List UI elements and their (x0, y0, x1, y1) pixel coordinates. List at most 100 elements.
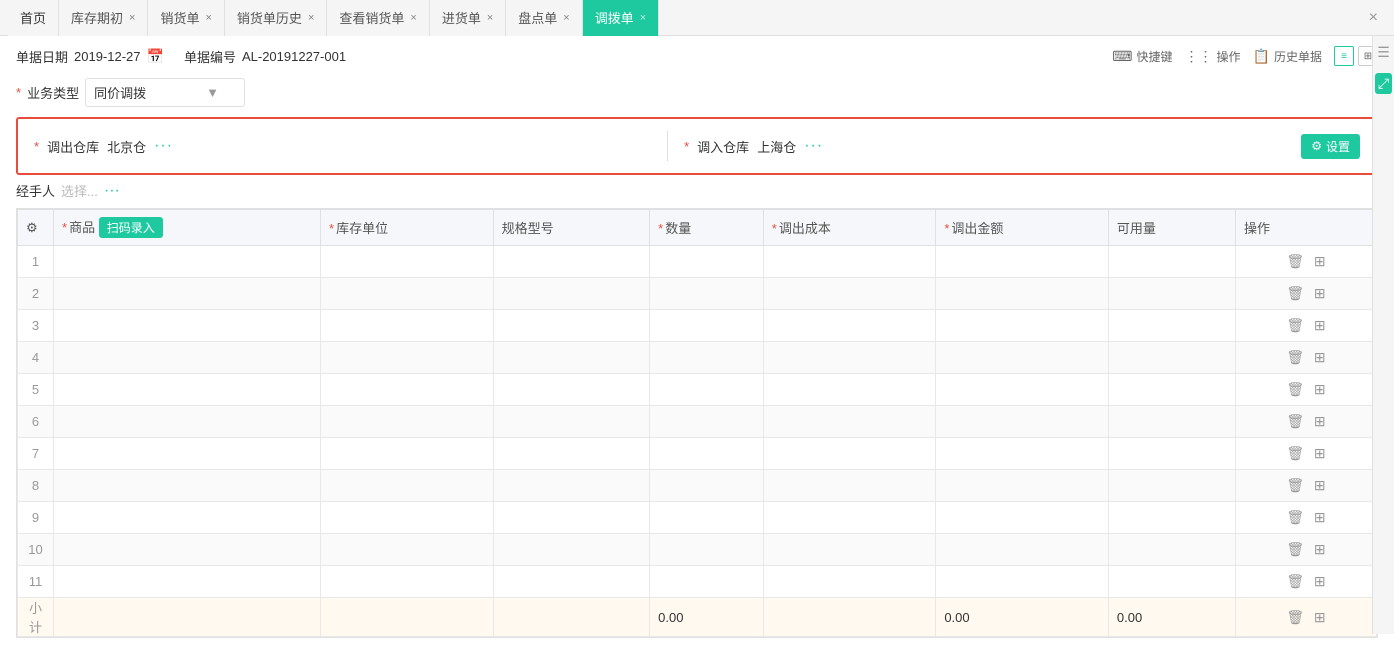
cell-spec-11[interactable] (493, 566, 650, 598)
cell-qty-11[interactable] (650, 566, 764, 598)
cell-product-1[interactable] (54, 246, 321, 278)
copy-row-icon[interactable]: ⊞ (1314, 573, 1326, 590)
cell-cost-8[interactable] (763, 470, 936, 502)
cell-unit-8[interactable] (321, 470, 494, 502)
cell-spec-6[interactable] (493, 406, 650, 438)
settings-button[interactable]: ⚙ 设置 (1301, 134, 1360, 159)
cell-spec-9[interactable] (493, 502, 650, 534)
cell-cost-3[interactable] (763, 310, 936, 342)
copy-row-icon[interactable]: ⊞ (1314, 541, 1326, 558)
cell-product-2[interactable] (54, 278, 321, 310)
cell-cost-10[interactable] (763, 534, 936, 566)
cell-qty-7[interactable] (650, 438, 764, 470)
cell-available-11[interactable] (1108, 566, 1235, 598)
cell-cost-2[interactable] (763, 278, 936, 310)
cell-unit-6[interactable] (321, 406, 494, 438)
cell-spec-5[interactable] (493, 374, 650, 406)
cell-available-1[interactable] (1108, 246, 1235, 278)
tab-home[interactable]: 首页 (8, 0, 59, 36)
cell-amount-6[interactable] (936, 406, 1109, 438)
tab-view-sales[interactable]: 查看销货单 × (327, 0, 429, 36)
side-list-icon[interactable]: ☰ (1377, 44, 1390, 61)
delete-row-icon[interactable]: 🗑 (1286, 253, 1304, 270)
cell-unit-5[interactable] (321, 374, 494, 406)
cell-available-8[interactable] (1108, 470, 1235, 502)
cell-product-3[interactable] (54, 310, 321, 342)
out-warehouse-value[interactable]: 北京仓 (107, 137, 146, 156)
close-tab-view-sales[interactable]: × (410, 12, 416, 24)
cell-unit-9[interactable] (321, 502, 494, 534)
cell-cost-5[interactable] (763, 374, 936, 406)
handler-more-btn[interactable]: ··· (104, 182, 120, 200)
cell-amount-3[interactable] (936, 310, 1109, 342)
out-warehouse-more-btn[interactable]: ··· (154, 137, 173, 155)
copy-row-icon[interactable]: ⊞ (1314, 413, 1326, 430)
cell-amount-7[interactable] (936, 438, 1109, 470)
delete-row-icon[interactable]: 🗑 (1286, 381, 1304, 398)
cell-cost-6[interactable] (763, 406, 936, 438)
copy-row-icon[interactable]: ⊞ (1314, 445, 1326, 462)
scan-entry-btn[interactable]: 扫码录入 (99, 217, 163, 238)
close-tab-transfer[interactable]: × (640, 12, 646, 24)
cell-cost-9[interactable] (763, 502, 936, 534)
cell-product-11[interactable] (54, 566, 321, 598)
cell-unit-2[interactable] (321, 278, 494, 310)
cell-spec-7[interactable] (493, 438, 650, 470)
cell-available-5[interactable] (1108, 374, 1235, 406)
copy-row-icon[interactable]: ⊞ (1314, 349, 1326, 366)
close-tab-inventory-init[interactable]: × (129, 12, 135, 24)
delete-row-icon[interactable]: 🗑 (1286, 349, 1304, 366)
delete-row-icon[interactable]: 🗑 (1286, 573, 1304, 590)
cell-available-3[interactable] (1108, 310, 1235, 342)
cell-qty-8[interactable] (650, 470, 764, 502)
delete-row-icon[interactable]: 🗑 (1286, 285, 1304, 302)
table-settings-header[interactable]: ⚙ (18, 210, 54, 246)
tab-purchase-order[interactable]: 进货单 × (430, 0, 506, 36)
side-expand-icon[interactable]: ⤢ (1375, 73, 1392, 94)
delete-row-icon[interactable]: 🗑 (1286, 317, 1304, 334)
copy-row-icon[interactable]: ⊞ (1314, 317, 1326, 334)
history-btn[interactable]: 📋 历史单据 (1253, 48, 1322, 65)
cell-cost-1[interactable] (763, 246, 936, 278)
tab-sales-history[interactable]: 销货单历史 × (225, 0, 327, 36)
delete-row-icon[interactable]: 🗑 (1286, 445, 1304, 462)
cell-amount-10[interactable] (936, 534, 1109, 566)
cell-unit-4[interactable] (321, 342, 494, 374)
cell-spec-2[interactable] (493, 278, 650, 310)
cell-qty-1[interactable] (650, 246, 764, 278)
cell-available-9[interactable] (1108, 502, 1235, 534)
cell-amount-4[interactable] (936, 342, 1109, 374)
tab-inventory-init[interactable]: 库存期初 × (59, 0, 148, 36)
tab-sales-order[interactable]: 销货单 × (148, 0, 224, 36)
subtotal-delete-icon[interactable]: 🗑 (1286, 609, 1304, 626)
cell-unit-3[interactable] (321, 310, 494, 342)
cell-amount-11[interactable] (936, 566, 1109, 598)
cell-amount-2[interactable] (936, 278, 1109, 310)
cell-cost-7[interactable] (763, 438, 936, 470)
cell-qty-9[interactable] (650, 502, 764, 534)
cell-qty-6[interactable] (650, 406, 764, 438)
close-tab-sales-history[interactable]: × (308, 12, 314, 24)
operation-btn[interactable]: ⋮⋮ 操作 (1185, 48, 1241, 65)
copy-row-icon[interactable]: ⊞ (1314, 477, 1326, 494)
cell-available-10[interactable] (1108, 534, 1235, 566)
cell-spec-4[interactable] (493, 342, 650, 374)
tab-transfer[interactable]: 调拨单 × (583, 0, 659, 36)
cell-product-4[interactable] (54, 342, 321, 374)
cell-qty-5[interactable] (650, 374, 764, 406)
in-warehouse-more-btn[interactable]: ··· (804, 137, 823, 155)
cell-qty-10[interactable] (650, 534, 764, 566)
cell-amount-9[interactable] (936, 502, 1109, 534)
business-type-select[interactable]: 同价调拨 ▼ (85, 78, 245, 107)
cell-spec-3[interactable] (493, 310, 650, 342)
cell-spec-10[interactable] (493, 534, 650, 566)
close-tab-sales-order[interactable]: × (205, 12, 211, 24)
subtotal-copy-icon[interactable]: ⊞ (1314, 609, 1326, 626)
close-tab-stocktake[interactable]: × (563, 12, 569, 24)
copy-row-icon[interactable]: ⊞ (1314, 381, 1326, 398)
close-all-tabs[interactable]: × (1361, 9, 1386, 27)
cell-unit-10[interactable] (321, 534, 494, 566)
calendar-icon[interactable]: 📅 (147, 48, 164, 65)
cell-spec-8[interactable] (493, 470, 650, 502)
cell-qty-3[interactable] (650, 310, 764, 342)
